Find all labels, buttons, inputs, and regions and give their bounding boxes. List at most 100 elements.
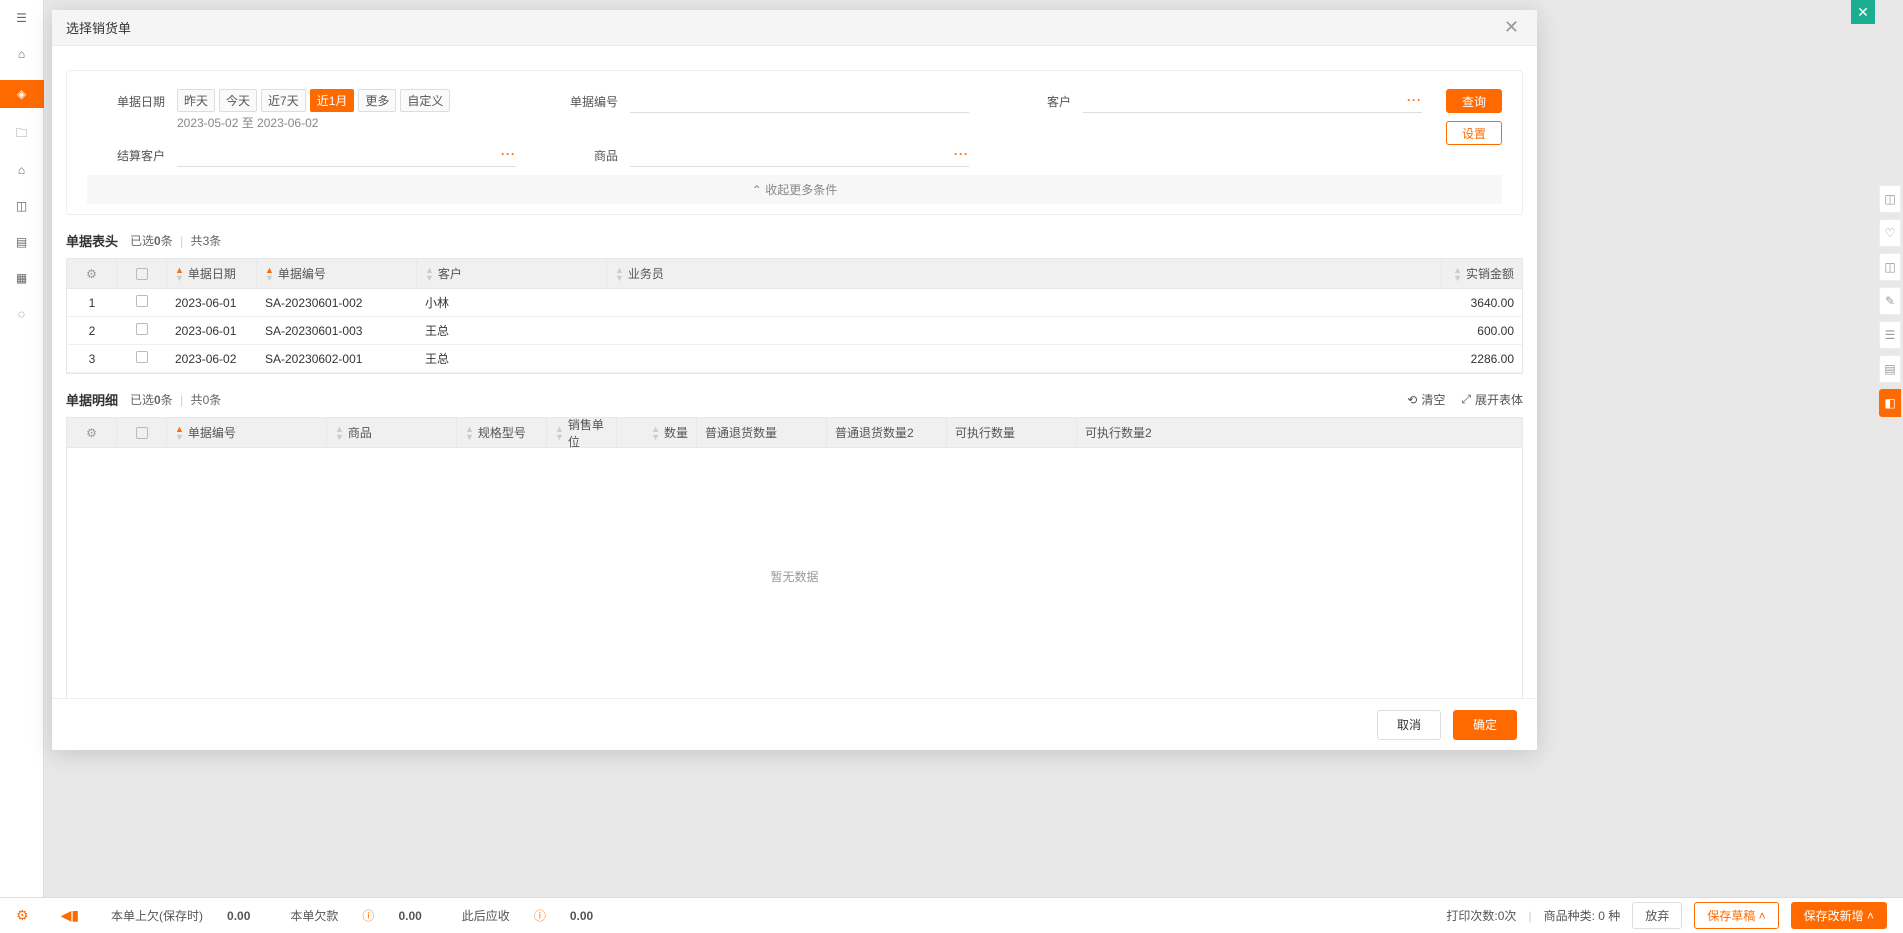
filter-product-label: 商品: [540, 143, 630, 164]
sidebar-refresh-icon[interactable]: ◌: [12, 304, 32, 324]
right-float-tabs: ◫ ♡ ◫ ✎ ☰ ▤ ◧: [1879, 185, 1903, 417]
left-sidebar: ☰ ⌂ ◈ 🗀 ⌂ ◫ ▤ ▦ ◌: [0, 0, 44, 933]
right-tab-4[interactable]: ✎: [1879, 287, 1901, 315]
discard-button[interactable]: 放弃: [1632, 902, 1682, 929]
right-tab-3[interactable]: ◫: [1879, 253, 1901, 281]
clear-button[interactable]: ⟲清空: [1407, 391, 1445, 408]
filter-doc-no: 单据编号: [540, 89, 969, 113]
sidebar-home-icon[interactable]: ⌂: [12, 44, 32, 64]
receivable-value: 0.00: [570, 909, 593, 923]
cancel-button[interactable]: 取消: [1377, 710, 1441, 740]
detail-section-count: 已选0条 | 共0条: [130, 391, 221, 408]
col-date[interactable]: 单据日期: [188, 265, 236, 282]
header-table-head: ⚙ ▲▼单据日期 ▲▼单据编号 ▲▼客户 ▲▼业务员 ▲▼实销金额: [67, 259, 1522, 289]
gear-icon[interactable]: ⚙: [86, 267, 97, 281]
dcol-no[interactable]: 单据编号: [188, 424, 236, 441]
footer-gear-icon[interactable]: ⚙: [16, 907, 29, 924]
filter-date: 单据日期 昨天 今天 近7天 近1月 更多 自定义 2023-05-02 至 2…: [87, 89, 516, 131]
goods-value: 0 种: [1598, 909, 1620, 923]
sidebar-case-icon[interactable]: ◫: [12, 196, 32, 216]
footer-collapse-icon[interactable]: ◀▮: [61, 907, 79, 924]
detail-empty-text: 暂无数据: [67, 448, 1522, 698]
dcol-return[interactable]: 普通退货数量: [705, 424, 777, 441]
save-new-button[interactable]: 保存改新增 ˄: [1791, 902, 1887, 929]
right-tab-6[interactable]: ▤: [1879, 355, 1901, 383]
detail-section-bar: 单据明细 已选0条 | 共0条 ⟲清空 ⤢展开表体: [52, 374, 1537, 417]
customer-more-icon[interactable]: ···: [1407, 93, 1422, 107]
dcol-exec[interactable]: 可执行数量: [955, 424, 1015, 441]
filter-customer: 客户 ···: [993, 89, 1422, 113]
sidebar-house-icon[interactable]: ⌂: [12, 160, 32, 180]
collapse-conditions[interactable]: ⌃ 收起更多条件: [87, 175, 1502, 204]
page-close-icon[interactable]: ✕: [1851, 0, 1875, 24]
date-quick-more[interactable]: 更多: [358, 89, 396, 112]
sidebar-bag-icon[interactable]: 🗀: [12, 124, 32, 144]
settle-customer-input[interactable]: [177, 143, 516, 167]
product-input[interactable]: [630, 143, 969, 167]
select-all-checkbox[interactable]: [136, 427, 148, 439]
select-all-checkbox[interactable]: [136, 268, 148, 280]
dcol-spec[interactable]: 规格型号: [478, 424, 526, 441]
close-icon[interactable]: ✕: [1500, 17, 1523, 38]
sidebar-menu-icon[interactable]: ☰: [12, 8, 32, 28]
table-row[interactable]: 1 2023-06-01 SA-20230601-002 小林 3640.00: [67, 289, 1522, 317]
dcol-return2[interactable]: 普通退货数量2: [835, 424, 914, 441]
detail-table: ⚙ ▲▼单据编号 ▲▼商品 ▲▼规格型号 ▲▼销售单位 ▲▼数量 普通退货数量 …: [66, 417, 1523, 698]
setup-button[interactable]: 设置: [1446, 121, 1502, 145]
header-section-bar: 单据表头 已选0条 | 共3条: [52, 215, 1537, 258]
col-no[interactable]: 单据编号: [278, 265, 326, 282]
date-range-text: 2023-05-02 至 2023-06-02: [177, 114, 516, 131]
chevron-up-icon: ⌃: [752, 183, 762, 197]
doc-no-input[interactable]: [630, 89, 969, 113]
date-quick-custom[interactable]: 自定义: [400, 89, 450, 112]
modal-header: 选择销货单 ✕: [52, 10, 1537, 46]
receivable-label: 此后应收: [462, 907, 510, 924]
table-row[interactable]: 3 2023-06-02 SA-20230602-001 王总 2286.00: [67, 345, 1522, 373]
date-quick-week[interactable]: 近7天: [261, 89, 306, 112]
row-checkbox[interactable]: [136, 351, 148, 363]
confirm-button[interactable]: 确定: [1453, 710, 1517, 740]
gear-icon[interactable]: ⚙: [86, 426, 97, 440]
table-row[interactable]: 2 2023-06-01 SA-20230601-003 王总 600.00: [67, 317, 1522, 345]
date-quick-yesterday[interactable]: 昨天: [177, 89, 215, 112]
clear-icon: ⟲: [1407, 393, 1417, 407]
right-tab-7[interactable]: ◧: [1879, 389, 1901, 417]
filter-doc-no-label: 单据编号: [540, 89, 630, 110]
dcol-product[interactable]: 商品: [348, 424, 372, 441]
this-owe-value: 0.00: [398, 909, 421, 923]
save-draft-button[interactable]: 保存草稿 ˄: [1694, 902, 1778, 929]
dcol-unit[interactable]: 销售单位: [568, 416, 608, 450]
row-checkbox[interactable]: [136, 295, 148, 307]
col-customer[interactable]: 客户: [438, 265, 462, 282]
goods-label: 商品种类:: [1544, 909, 1595, 923]
expand-body-button[interactable]: ⤢展开表体: [1461, 391, 1523, 408]
page-footer: ⚙ ◀▮ 本单上欠(保存时) 0.00 本单欠款 ⓘ 0.00 此后应收 ⓘ 0…: [0, 897, 1903, 933]
modal-footer: 取消 确定: [52, 698, 1537, 750]
prev-owe-label: 本单上欠(保存时): [111, 907, 203, 924]
right-tab-1[interactable]: ◫: [1879, 185, 1901, 213]
product-more-icon[interactable]: ···: [954, 147, 969, 161]
col-amount[interactable]: 实销金额: [1466, 265, 1514, 282]
right-tab-2[interactable]: ♡: [1879, 219, 1901, 247]
sidebar-doc-icon[interactable]: ▤: [12, 232, 32, 252]
date-quick-month[interactable]: 近1月: [310, 89, 355, 112]
sidebar-table-icon[interactable]: ▦: [12, 268, 32, 288]
dcol-qty[interactable]: 数量: [664, 424, 688, 441]
select-sales-order-modal: 选择销货单 ✕ 单据日期 昨天 今天 近7天 近1月 更多 自定义: [52, 10, 1537, 750]
dcol-exec2[interactable]: 可执行数量2: [1085, 424, 1152, 441]
sidebar-active-icon[interactable]: ◈: [0, 80, 44, 108]
right-tab-5[interactable]: ☰: [1879, 321, 1901, 349]
query-button[interactable]: 查询: [1446, 89, 1502, 113]
row-checkbox[interactable]: [136, 323, 148, 335]
header-table: ⚙ ▲▼单据日期 ▲▼单据编号 ▲▼客户 ▲▼业务员 ▲▼实销金额 1 2023…: [66, 258, 1523, 374]
print-value: 0次: [1498, 909, 1517, 923]
filter-date-label: 单据日期: [87, 89, 177, 110]
print-label: 打印次数:: [1446, 909, 1497, 923]
date-quick-today[interactable]: 今天: [219, 89, 257, 112]
detail-table-head: ⚙ ▲▼单据编号 ▲▼商品 ▲▼规格型号 ▲▼销售单位 ▲▼数量 普通退货数量 …: [67, 418, 1522, 448]
customer-input[interactable]: [1083, 89, 1422, 113]
col-salesperson[interactable]: 业务员: [628, 265, 664, 282]
settle-more-icon[interactable]: ···: [501, 147, 516, 161]
expand-icon: ⤢: [1461, 392, 1471, 407]
header-section-count: 已选0条 | 共3条: [130, 232, 221, 249]
